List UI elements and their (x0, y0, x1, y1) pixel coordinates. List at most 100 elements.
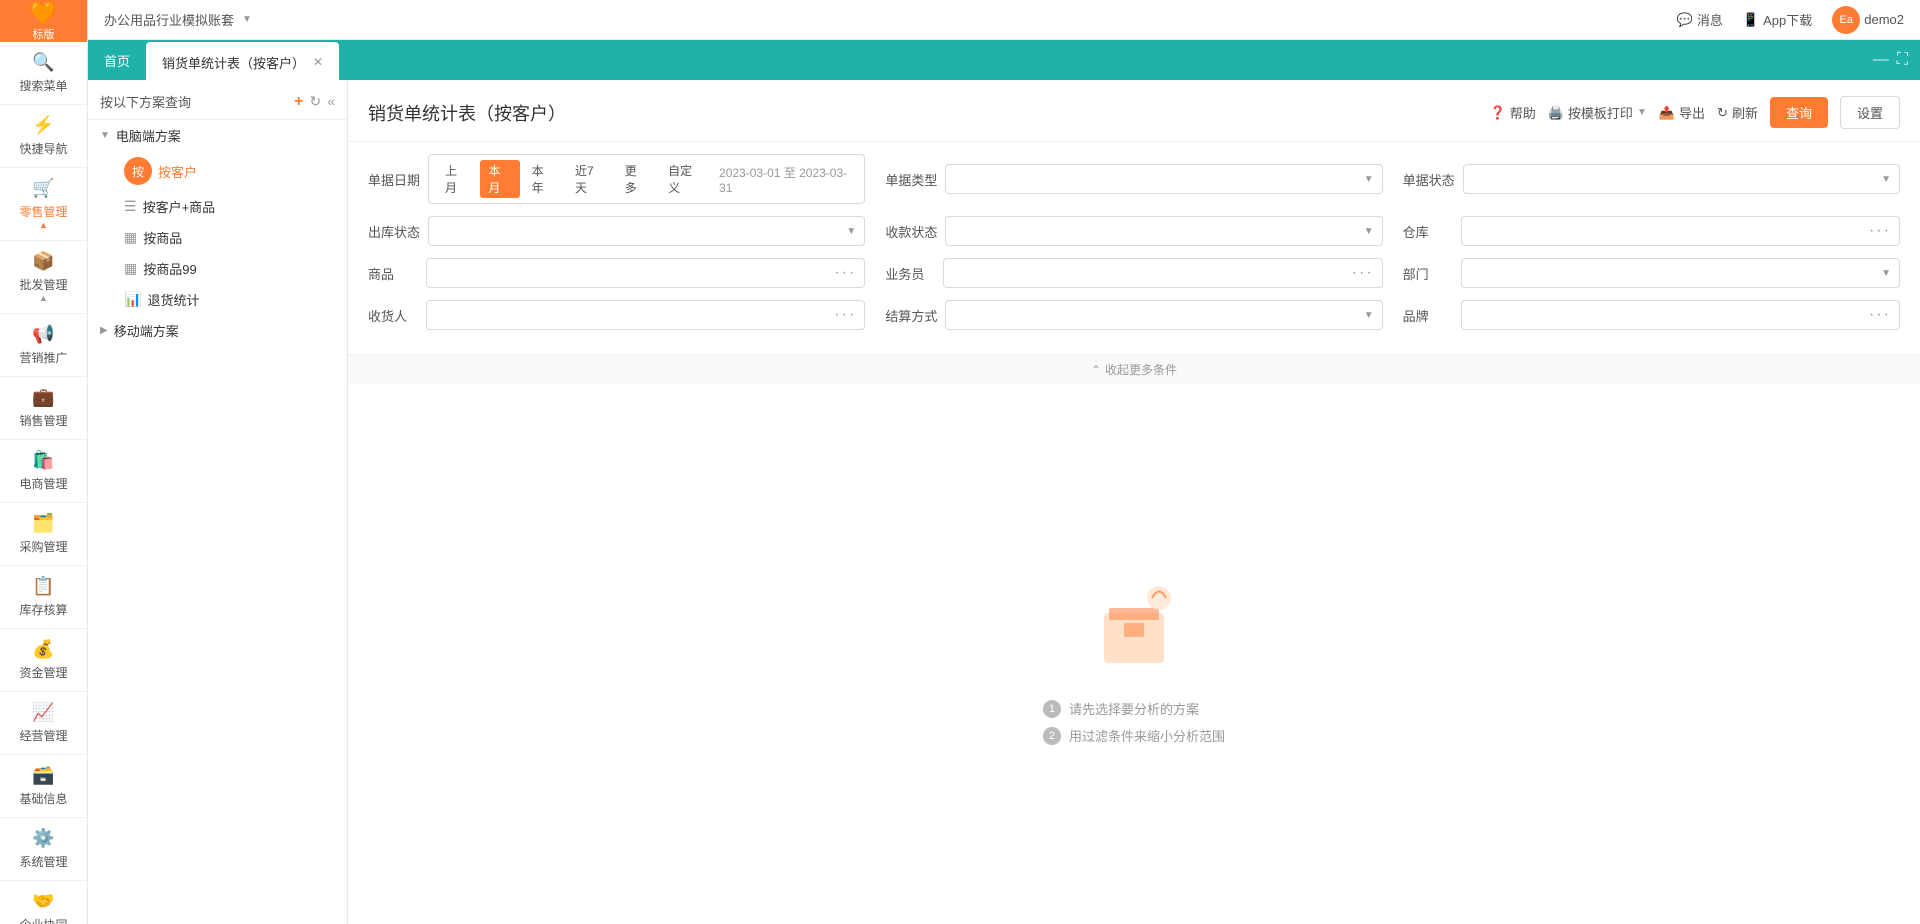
sidebar-wholesale-label: 批发管理 (19, 276, 67, 293)
collapse-more-btn[interactable]: ⌃ 收起更多条件 (348, 354, 1920, 384)
tree-item-by-customer[interactable]: 按 按客户 (88, 151, 347, 191)
date-range-text: 2023-03-01 至 2023-03-31 (719, 164, 856, 195)
add-scheme-button[interactable]: + (294, 93, 303, 111)
sidebar-item-operations[interactable]: 📈 经营管理 (0, 692, 88, 755)
sidebar-inventory-label: 库存核算 (19, 601, 67, 618)
basic-icon: 🗃️ (32, 765, 54, 786)
tab-home[interactable]: 首页 (88, 40, 146, 80)
filter-row-4: 收货人 ··· 结算方式 ▼ 品牌 (368, 300, 1900, 330)
settlement-label: 结算方式 (885, 306, 937, 325)
filter-brand: 品牌 ··· (1403, 300, 1900, 330)
date-btn-last-month[interactable]: 上月 (437, 160, 476, 198)
tree-section-desktop-label: 电脑端方案 (116, 126, 181, 145)
sidebar-item-ecommerce[interactable]: 🛍️ 电商管理 (0, 440, 88, 503)
collect-status-control[interactable]: ▼ (945, 216, 1382, 246)
by-return-icon: 📊 (124, 291, 141, 308)
product-control[interactable]: ··· (426, 258, 865, 288)
by-customer-badge: 按 (124, 157, 152, 185)
warehouse-control[interactable]: ··· (1461, 216, 1900, 246)
sidebar-item-quicknav[interactable]: ⚡ 快捷导航 (0, 105, 88, 168)
receiver-control[interactable]: ··· (426, 300, 865, 330)
sidebar-item-marketing[interactable]: 📢 营销推广 (0, 314, 88, 377)
tab-expand-icon[interactable]: ⛶ (1897, 51, 1908, 69)
receiver-label: 收货人 (368, 306, 418, 325)
doc-status-dropdown-icon: ▼ (1881, 174, 1891, 185)
sidebar-marketing-label: 营销推广 (19, 349, 67, 366)
retail-icon: 🛒 (32, 178, 54, 199)
template-print-dropdown-icon[interactable]: ▼ (1637, 107, 1647, 118)
by-customer-product-icon: ☰ (124, 198, 137, 215)
query-button[interactable]: 查询 (1770, 97, 1828, 128)
header-left: 办公用品行业模拟账套 ▼ (104, 10, 252, 29)
tree-item-by-return[interactable]: 📊 退货统计 (88, 284, 347, 315)
sidebar-item-finance[interactable]: 💰 资金管理 (0, 629, 88, 692)
brand-control[interactable]: ··· (1461, 300, 1900, 330)
user-profile[interactable]: Ea demo2 (1832, 6, 1904, 34)
refresh-button[interactable]: ↻ 刷新 (1717, 103, 1758, 122)
sidebar-item-search[interactable]: 🔍 搜索菜单 (0, 42, 88, 105)
sidebar-item-procurement[interactable]: 🗂️ 采购管理 (0, 503, 88, 566)
sidebar-item-inventory[interactable]: 📋 库存核算 (0, 566, 88, 629)
collect-status-dropdown-icon: ▼ (1364, 226, 1374, 237)
sidebar-item-system[interactable]: ⚙️ 系统管理 (0, 818, 88, 881)
message-button[interactable]: 💬 消息 (1677, 10, 1723, 29)
collapse-panel-icon[interactable]: « (327, 93, 335, 111)
tree-item-by-product-99[interactable]: ▦ 按商品99 (88, 253, 347, 284)
sidebar-item-basic[interactable]: 🗃️ 基础信息 (0, 755, 88, 818)
left-panel-actions: + ↻ « (294, 93, 335, 111)
app-download-button[interactable]: 📱 App下载 (1743, 10, 1812, 29)
app-download-label: App下载 (1763, 10, 1812, 29)
tab-sales-stats[interactable]: 销货单统计表（按客户） ✕ (146, 42, 339, 82)
date-btn-more[interactable]: 更多 (617, 160, 656, 198)
settings-button[interactable]: 设置 (1840, 96, 1900, 129)
tree-section-mobile[interactable]: ▶ 移动端方案 (88, 315, 347, 346)
sidebar: 🧡 标版 🔍 搜索菜单 ⚡ 快捷导航 🛒 零售管理 ▲ 📦 批发管理 ▲ 📢 营… (0, 0, 88, 924)
tab-close-icon[interactable]: ✕ (313, 55, 323, 69)
sidebar-item-sales[interactable]: 💼 销售管理 (0, 377, 88, 440)
filter-settlement: 结算方式 ▼ (885, 300, 1382, 330)
date-btn-7days[interactable]: 近7天 (567, 160, 613, 198)
tab-home-label: 首页 (104, 51, 130, 70)
tab-minimize-icon[interactable]: — (1873, 51, 1889, 69)
right-panel: 销货单统计表（按客户） ❓ 帮助 🖨️ 按模板打印 ▼ 📤 导出 (348, 80, 1920, 924)
doc-type-label: 单据类型 (885, 170, 937, 189)
export-button[interactable]: 📤 导出 (1659, 103, 1705, 122)
warehouse-label: 仓库 (1403, 222, 1453, 241)
template-print-button[interactable]: 🖨️ 按模板打印 ▼ (1548, 103, 1647, 122)
sidebar-item-retail[interactable]: 🛒 零售管理 ▲ (0, 168, 88, 241)
doc-status-control[interactable]: ▼ (1463, 164, 1900, 194)
sidebar-item-wholesale[interactable]: 📦 批发管理 ▲ (0, 241, 88, 314)
brand-dots: ··· (1869, 306, 1891, 324)
out-status-control[interactable]: ▼ (428, 216, 865, 246)
export-icon: 📤 (1659, 105, 1675, 121)
tree-item-by-product[interactable]: ▦ 按商品 (88, 222, 347, 253)
marketing-icon: 📢 (32, 324, 54, 345)
by-customer-badge-text: 按 (132, 163, 144, 180)
sidebar-operations-label: 经营管理 (19, 727, 67, 744)
date-btn-this-year[interactable]: 本年 (524, 160, 563, 198)
settlement-control[interactable]: ▼ (945, 300, 1382, 330)
download-icon: 📱 (1743, 12, 1759, 28)
department-control[interactable]: ▼ (1461, 258, 1900, 288)
industry-dropdown-icon[interactable]: ▼ (242, 14, 252, 25)
help-button[interactable]: ❓ 帮助 (1490, 103, 1536, 122)
sidebar-basic-label: 基础信息 (19, 790, 67, 807)
logo: 🧡 标版 (0, 0, 88, 42)
date-control[interactable]: 上月 本月 本年 近7天 更多 自定义 2023-03-01 至 2023-03… (428, 154, 865, 204)
sidebar-item-enterprise[interactable]: 🤝 企业协同 (0, 881, 88, 924)
salesperson-control[interactable]: ··· (943, 258, 1382, 288)
product-label: 商品 (368, 264, 418, 283)
doc-status-label: 单据状态 (1403, 170, 1455, 189)
collapse-arrow-icon: ⌃ (1091, 363, 1101, 377)
tree-section-desktop[interactable]: ▼ 电脑端方案 (88, 120, 347, 151)
empty-illustration (1074, 563, 1194, 683)
doc-type-control[interactable]: ▼ (945, 164, 1382, 194)
logo-text: 标版 (33, 26, 55, 42)
help-label: 帮助 (1510, 103, 1536, 122)
date-btn-custom[interactable]: 自定义 (660, 160, 711, 198)
date-btn-this-month[interactable]: 本月 (480, 160, 519, 198)
tree-item-by-customer-product[interactable]: ☰ 按客户+商品 (88, 191, 347, 222)
filter-doc-type: 单据类型 ▼ (885, 164, 1382, 194)
by-product-label: 按商品 (143, 228, 182, 247)
refresh-scheme-icon[interactable]: ↻ (309, 93, 321, 111)
